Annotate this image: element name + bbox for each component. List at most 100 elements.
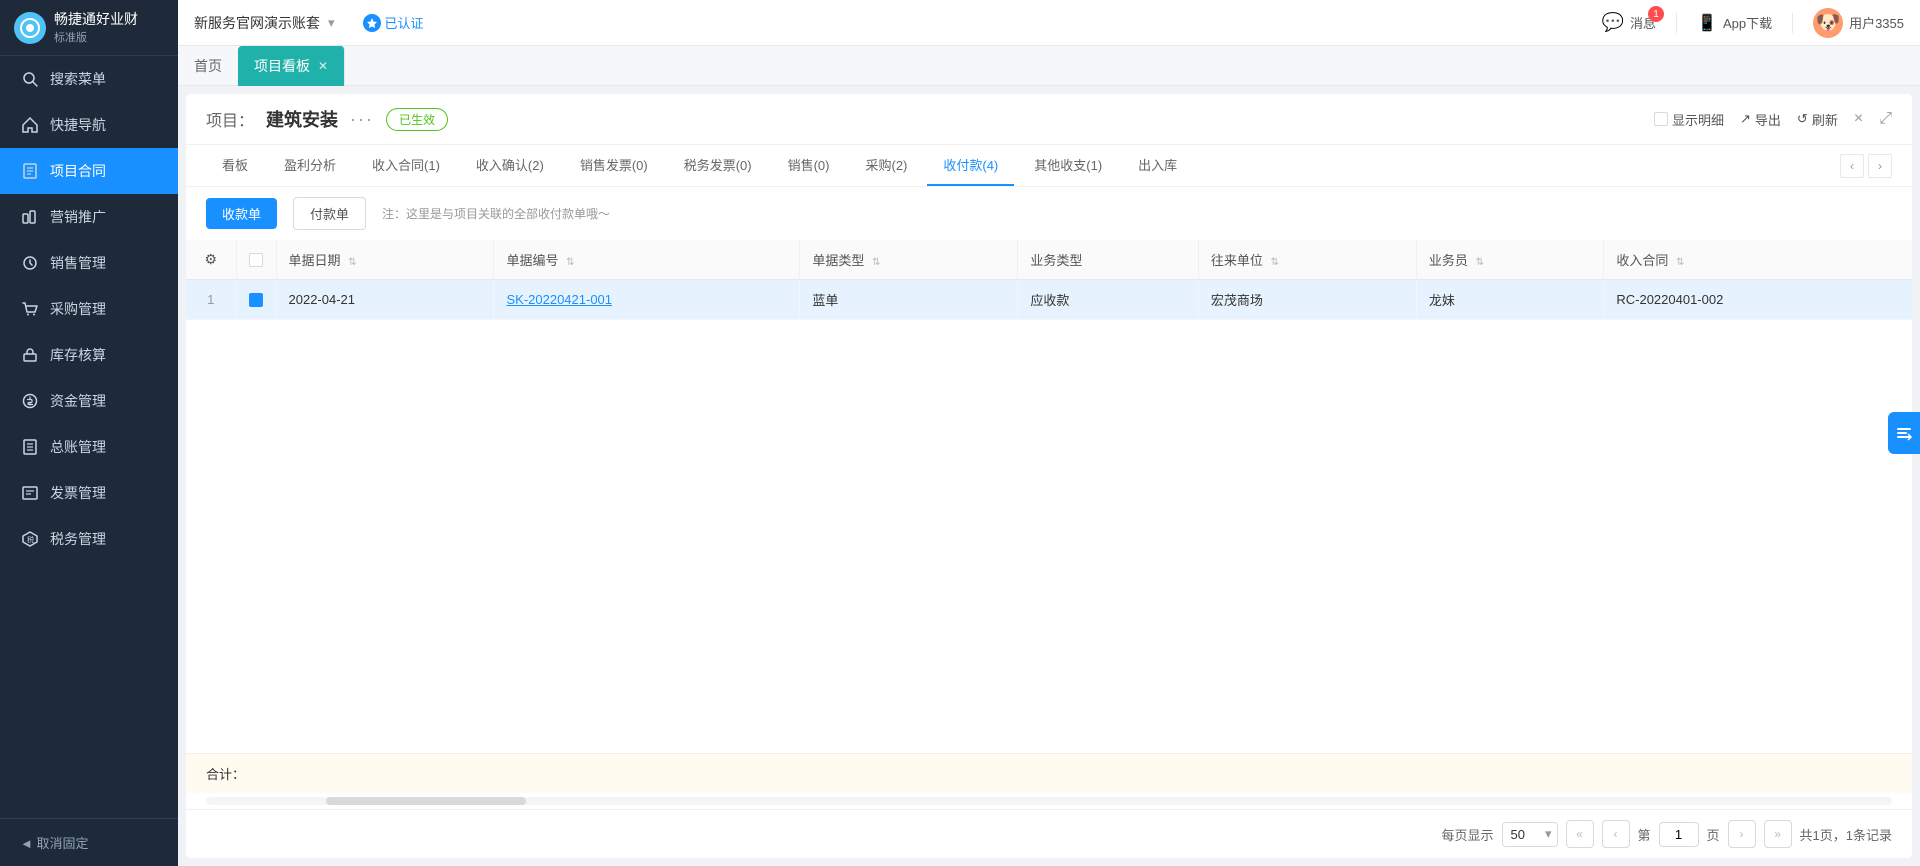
sub-tab-tax-invoice[interactable]: 税务发票(0) xyxy=(668,145,768,186)
sidebar-item-销售管理[interactable]: 销售管理 xyxy=(0,240,178,286)
receive-filter-button[interactable]: 收款单 xyxy=(206,198,277,229)
menu-icon-0 xyxy=(20,69,40,89)
menu-icon-1 xyxy=(20,115,40,135)
page-size-select[interactable]: 50 10 20 100 xyxy=(1502,822,1558,847)
menu-label-2: 项目合同 xyxy=(50,161,106,181)
menu-icon-7 xyxy=(20,391,40,411)
show-detail-checkbox[interactable] xyxy=(1654,112,1668,126)
page-close-button[interactable]: × xyxy=(1854,110,1863,128)
sub-tab-kanban[interactable]: 看板 xyxy=(206,145,264,186)
sidebar-item-税务管理[interactable]: 税 税务管理 xyxy=(0,516,178,562)
sidebar-item-总账管理[interactable]: 总账管理 xyxy=(0,424,178,470)
col-settings[interactable]: ⚙ xyxy=(186,240,236,280)
sidebar-menu-list: 搜索菜单 快捷导航 项目合同 营销推广 销售管理 采购管理 库存核算 资金管理 … xyxy=(0,56,178,818)
certified-badge: 已认证 xyxy=(363,13,424,32)
row-number[interactable]: SK-20220421-001 xyxy=(494,280,800,320)
sub-tab-prev-button[interactable]: ‹ xyxy=(1840,154,1864,178)
refresh-icon: ↺ xyxy=(1797,111,1808,127)
user-profile-button[interactable]: 🐶 用户3355 xyxy=(1813,8,1904,38)
divider xyxy=(1676,13,1677,33)
menu-label-10: 税务管理 xyxy=(50,529,106,549)
page-number-input[interactable] xyxy=(1659,822,1699,847)
menu-icon-4 xyxy=(20,253,40,273)
sidebar-item-营销推广[interactable]: 营销推广 xyxy=(0,194,178,240)
col-number[interactable]: 单据编号 ⇅ xyxy=(494,240,800,280)
header-checkbox[interactable] xyxy=(249,253,263,267)
sub-tab-sales[interactable]: 销售(0) xyxy=(772,145,846,186)
tab-home[interactable]: 首页 xyxy=(194,46,238,86)
sub-tab-receivable[interactable]: 收付款(4) xyxy=(927,145,1014,186)
sub-tab-nav: ‹ › xyxy=(1840,154,1892,178)
menu-label-3: 营销推广 xyxy=(50,207,106,227)
sub-tab-profit[interactable]: 盈利分析 xyxy=(268,145,352,186)
sidebar-unpin-button[interactable]: ◄ 取消固定 xyxy=(0,818,178,866)
scrollbar-thumb[interactable] xyxy=(326,797,526,805)
tab-project-board[interactable]: 项目看板 ✕ xyxy=(238,46,345,86)
sub-tab-sales-invoice[interactable]: 销售发票(0) xyxy=(564,145,664,186)
col-type[interactable]: 单据类型 ⇅ xyxy=(800,240,1018,280)
sub-tab-bar: 看板 盈利分析 收入合同(1) 收入确认(2) 销售发票(0) 税务发票(0) … xyxy=(186,145,1912,187)
menu-icon-5 xyxy=(20,299,40,319)
sub-tab-income-confirm[interactable]: 收入确认(2) xyxy=(460,145,560,186)
page-title-prefix: 项目： xyxy=(206,107,254,131)
menu-icon-8 xyxy=(20,437,40,457)
certified-icon xyxy=(363,14,381,32)
horizontal-scrollbar[interactable] xyxy=(206,797,1892,805)
topbar: 新服务官网演示账套 ▾ 已认证 💬 消息 1 📱 App下载 xyxy=(178,0,1920,46)
sub-tab-next-button[interactable]: › xyxy=(1868,154,1892,178)
col-checkbox xyxy=(236,240,276,280)
more-options-button[interactable]: ··· xyxy=(350,109,374,130)
next-page-button[interactable]: › xyxy=(1728,820,1756,848)
col-contract[interactable]: 收入合同 ⇅ xyxy=(1604,240,1912,280)
account-dropdown-icon[interactable]: ▾ xyxy=(328,15,335,31)
sub-tab-warehouse[interactable]: 出入库 xyxy=(1122,145,1193,186)
menu-icon-9 xyxy=(20,483,40,503)
footer-total-label: 合计： xyxy=(206,767,245,782)
prev-page-button[interactable]: ‹ xyxy=(1602,820,1630,848)
row-seq: 1 xyxy=(186,280,236,320)
sidebar-item-资金管理[interactable]: 资金管理 xyxy=(0,378,178,424)
page-title: 建筑安装 xyxy=(266,106,338,132)
sidebar-item-搜索菜单[interactable]: 搜索菜单 xyxy=(0,56,178,102)
row-checkbox[interactable] xyxy=(249,293,263,307)
page-size-label: 每页显示 xyxy=(1441,825,1493,844)
settings-icon[interactable]: ⚙ xyxy=(204,251,217,267)
tab-close-icon[interactable]: ✕ xyxy=(318,59,328,73)
page-expand-button[interactable]: ⤢ xyxy=(1879,110,1892,128)
refresh-label: 刷新 xyxy=(1812,110,1838,129)
menu-label-6: 库存核算 xyxy=(50,345,106,365)
message-button[interactable]: 💬 消息 1 xyxy=(1602,12,1656,33)
show-detail-toggle[interactable]: 显示明细 xyxy=(1654,110,1724,129)
payment-filter-button[interactable]: 付款单 xyxy=(293,197,366,230)
col-date[interactable]: 单据日期 ⇅ xyxy=(276,240,494,280)
sidebar-item-采购管理[interactable]: 采购管理 xyxy=(0,286,178,332)
table-footer: 合计： xyxy=(186,753,1912,793)
last-page-button[interactable]: » xyxy=(1764,820,1792,848)
sub-tab-purchase[interactable]: 采购(2) xyxy=(849,145,923,186)
app-version: 标准版 xyxy=(54,29,138,45)
table-row[interactable]: 1 2022-04-21 SK-20220421-001 蓝单 应收款 宏茂商场… xyxy=(186,280,1912,320)
app-download-button[interactable]: 📱 App下载 xyxy=(1697,13,1772,33)
sidebar-item-库存核算[interactable]: 库存核算 xyxy=(0,332,178,378)
col-salesperson[interactable]: 业务员 ⇅ xyxy=(1416,240,1604,280)
sidebar-item-发票管理[interactable]: 发票管理 xyxy=(0,470,178,516)
export-button[interactable]: ↗ 导出 xyxy=(1740,110,1781,129)
sidebar-logo: 畅捷通好业财 标准版 xyxy=(0,0,178,56)
sub-tab-other[interactable]: 其他收支(1) xyxy=(1018,145,1118,186)
first-page-button[interactable]: « xyxy=(1566,820,1594,848)
main-content: 新服务官网演示账套 ▾ 已认证 💬 消息 1 📱 App下载 xyxy=(178,0,1920,866)
filter-bar: 收款单 付款单 注：这里是与项目关联的全部收付款单哦～ xyxy=(186,187,1912,240)
right-float-button[interactable] xyxy=(1888,412,1920,454)
sidebar-item-项目合同[interactable]: 项目合同 xyxy=(0,148,178,194)
refresh-button[interactable]: ↺ 刷新 xyxy=(1797,110,1838,129)
row-number-link[interactable]: SK-20220421-001 xyxy=(506,292,612,307)
page-label: 第 xyxy=(1638,825,1651,844)
sidebar-item-快捷导航[interactable]: 快捷导航 xyxy=(0,102,178,148)
horizontal-scrollbar-row xyxy=(186,793,1912,809)
sub-tab-income-contract[interactable]: 收入合同(1) xyxy=(356,145,456,186)
data-table-container[interactable]: ⚙ 单据日期 ⇅ 单据编号 ⇅ 单据类型 ⇅ 业务类型 往来单位 ⇅ 业务员 ⇅… xyxy=(186,240,1912,753)
menu-label-5: 采购管理 xyxy=(50,299,106,319)
row-partner: 宏茂商场 xyxy=(1198,280,1416,320)
col-partner[interactable]: 往来单位 ⇅ xyxy=(1198,240,1416,280)
row-checkbox-cell[interactable] xyxy=(236,280,276,320)
